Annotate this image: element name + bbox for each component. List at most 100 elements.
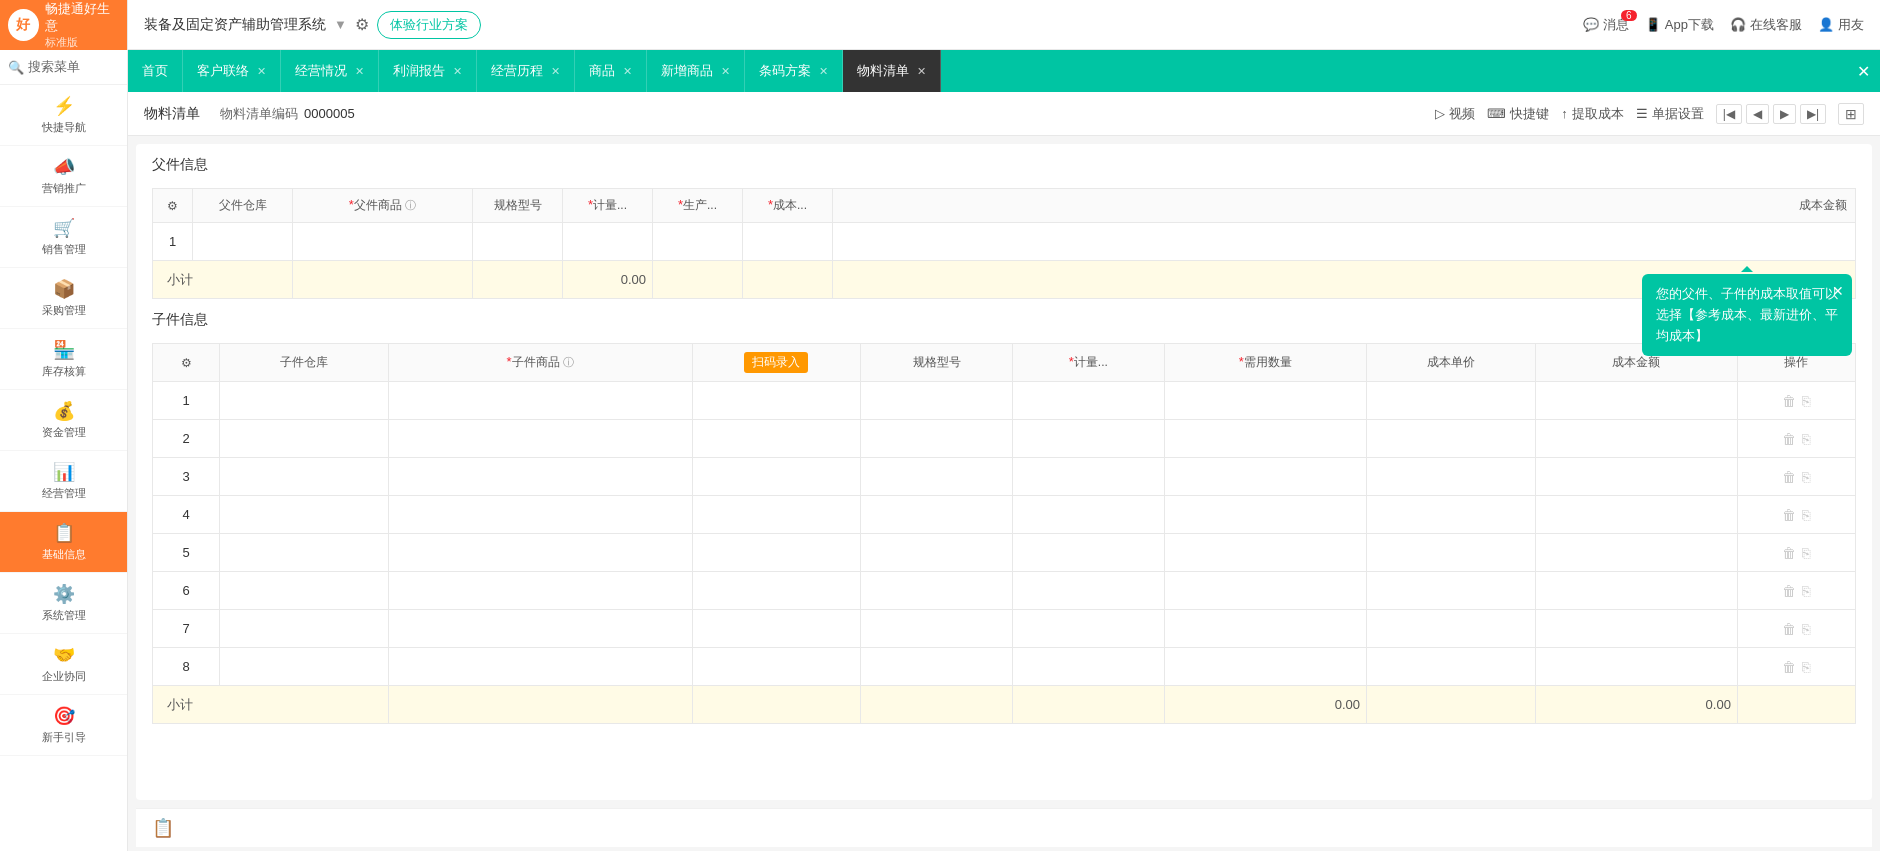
- child-copy-icon-8[interactable]: ⎘: [1802, 659, 1810, 675]
- child-product-6[interactable]: [389, 572, 693, 610]
- child-spec-2[interactable]: [861, 420, 1013, 458]
- child-unit-8[interactable]: [1012, 648, 1164, 686]
- child-unit-cost-3[interactable]: [1366, 458, 1535, 496]
- child-copy-icon-1[interactable]: ⎘: [1802, 393, 1810, 409]
- tab-home[interactable]: 首页: [128, 50, 183, 92]
- parent-th-settings[interactable]: ⚙: [153, 189, 193, 223]
- child-unit-5[interactable]: [1012, 534, 1164, 572]
- tab-end-close-button[interactable]: ✕: [1847, 50, 1880, 92]
- extract-cost-action[interactable]: ↑ 提取成本: [1561, 105, 1624, 123]
- child-scan-3[interactable]: [692, 458, 861, 496]
- child-qty-2[interactable]: [1164, 420, 1366, 458]
- app-download-item[interactable]: 📱 App下载: [1645, 16, 1714, 34]
- nav-first-button[interactable]: |◀: [1716, 104, 1742, 124]
- child-unit-7[interactable]: [1012, 610, 1164, 648]
- nav-prev-button[interactable]: ◀: [1746, 104, 1769, 124]
- tab-profit-close[interactable]: ✕: [453, 65, 462, 78]
- nav-last-button[interactable]: ▶|: [1800, 104, 1826, 124]
- child-th-settings[interactable]: ⚙: [153, 344, 220, 382]
- sidebar-item-quick-nav[interactable]: ⚡ 快捷导航: [0, 85, 127, 146]
- child-spec-5[interactable]: [861, 534, 1013, 572]
- child-warehouse-7[interactable]: [220, 610, 389, 648]
- child-unit-4[interactable]: [1012, 496, 1164, 534]
- view-action[interactable]: ▷ 视频: [1435, 105, 1475, 123]
- sidebar-item-purchase[interactable]: 📦 采购管理: [0, 268, 127, 329]
- tab-new-goods[interactable]: 新增商品 ✕: [647, 50, 745, 92]
- parent-spec-1[interactable]: [473, 223, 563, 261]
- sidebar-item-system[interactable]: ⚙️ 系统管理: [0, 573, 127, 634]
- tab-operation-close[interactable]: ✕: [355, 65, 364, 78]
- child-warehouse-5[interactable]: [220, 534, 389, 572]
- child-unit-cost-7[interactable]: [1366, 610, 1535, 648]
- child-delete-icon-7[interactable]: 🗑: [1782, 621, 1796, 637]
- parent-cost-1[interactable]: [743, 223, 833, 261]
- child-unit-2[interactable]: [1012, 420, 1164, 458]
- child-scan-5[interactable]: [692, 534, 861, 572]
- child-unit-3[interactable]: [1012, 458, 1164, 496]
- child-spec-1[interactable]: [861, 382, 1013, 420]
- child-product-8[interactable]: [389, 648, 693, 686]
- user-item[interactable]: 👤 用友: [1818, 16, 1864, 34]
- search-menu-item[interactable]: 🔍 搜索菜单: [0, 50, 127, 85]
- sidebar-item-guide[interactable]: 🎯 新手引导: [0, 695, 127, 756]
- sidebar-item-sales[interactable]: 🛒 销售管理: [0, 207, 127, 268]
- tab-bom[interactable]: 物料清单 ✕: [843, 50, 941, 92]
- grid-view-button[interactable]: ⊞: [1838, 103, 1864, 125]
- child-unit-cost-8[interactable]: [1366, 648, 1535, 686]
- child-qty-7[interactable]: [1164, 610, 1366, 648]
- single-setting-action[interactable]: ☰ 单据设置: [1636, 105, 1704, 123]
- sidebar-item-management[interactable]: 📊 经营管理: [0, 451, 127, 512]
- parent-warehouse-1[interactable]: [193, 223, 293, 261]
- child-product-7[interactable]: [389, 610, 693, 648]
- parent-product-1[interactable]: [293, 223, 473, 261]
- child-warehouse-4[interactable]: [220, 496, 389, 534]
- child-copy-icon-7[interactable]: ⎘: [1802, 621, 1810, 637]
- tab-new-goods-close[interactable]: ✕: [721, 65, 730, 78]
- tab-operation[interactable]: 经营情况 ✕: [281, 50, 379, 92]
- child-product-3[interactable]: [389, 458, 693, 496]
- child-spec-8[interactable]: [861, 648, 1013, 686]
- tab-bom-close[interactable]: ✕: [917, 65, 926, 78]
- child-delete-icon-3[interactable]: 🗑: [1782, 469, 1796, 485]
- child-warehouse-2[interactable]: [220, 420, 389, 458]
- child-product-4[interactable]: [389, 496, 693, 534]
- trial-button[interactable]: 体验行业方案: [377, 11, 481, 39]
- child-scan-2[interactable]: [692, 420, 861, 458]
- tab-goods[interactable]: 商品 ✕: [575, 50, 647, 92]
- sidebar-item-enterprise[interactable]: 🤝 企业协同: [0, 634, 127, 695]
- child-scan-6[interactable]: [692, 572, 861, 610]
- child-product-1[interactable]: [389, 382, 693, 420]
- online-service-item[interactable]: 🎧 在线客服: [1730, 16, 1802, 34]
- child-unit-cost-5[interactable]: [1366, 534, 1535, 572]
- child-scan-1[interactable]: [692, 382, 861, 420]
- child-qty-6[interactable]: [1164, 572, 1366, 610]
- child-warehouse-3[interactable]: [220, 458, 389, 496]
- child-qty-4[interactable]: [1164, 496, 1366, 534]
- child-qty-8[interactable]: [1164, 648, 1366, 686]
- tab-history-close[interactable]: ✕: [551, 65, 560, 78]
- message-icon-item[interactable]: 💬 消息 6: [1583, 16, 1629, 34]
- child-delete-icon-2[interactable]: 🗑: [1782, 431, 1796, 447]
- tab-barcode-close[interactable]: ✕: [819, 65, 828, 78]
- child-delete-icon-4[interactable]: 🗑: [1782, 507, 1796, 523]
- sidebar-item-inventory[interactable]: 🏪 库存核算: [0, 329, 127, 390]
- child-unit-6[interactable]: [1012, 572, 1164, 610]
- nav-next-button[interactable]: ▶: [1773, 104, 1796, 124]
- child-spec-7[interactable]: [861, 610, 1013, 648]
- child-copy-icon-5[interactable]: ⎘: [1802, 545, 1810, 561]
- tab-customer-close[interactable]: ✕: [257, 65, 266, 78]
- child-spec-3[interactable]: [861, 458, 1013, 496]
- child-scan-8[interactable]: [692, 648, 861, 686]
- shortcut-action[interactable]: ⌨ 快捷键: [1487, 105, 1549, 123]
- child-delete-icon-5[interactable]: 🗑: [1782, 545, 1796, 561]
- child-warehouse-8[interactable]: [220, 648, 389, 686]
- child-spec-6[interactable]: [861, 572, 1013, 610]
- child-copy-icon-2[interactable]: ⎘: [1802, 431, 1810, 447]
- child-delete-icon-1[interactable]: 🗑: [1782, 393, 1796, 409]
- sidebar-item-marketing[interactable]: 📣 营销推广: [0, 146, 127, 207]
- child-copy-icon-4[interactable]: ⎘: [1802, 507, 1810, 523]
- child-warehouse-1[interactable]: [220, 382, 389, 420]
- child-unit-cost-6[interactable]: [1366, 572, 1535, 610]
- scan-input-button[interactable]: 扫码录入: [744, 352, 808, 373]
- child-qty-5[interactable]: [1164, 534, 1366, 572]
